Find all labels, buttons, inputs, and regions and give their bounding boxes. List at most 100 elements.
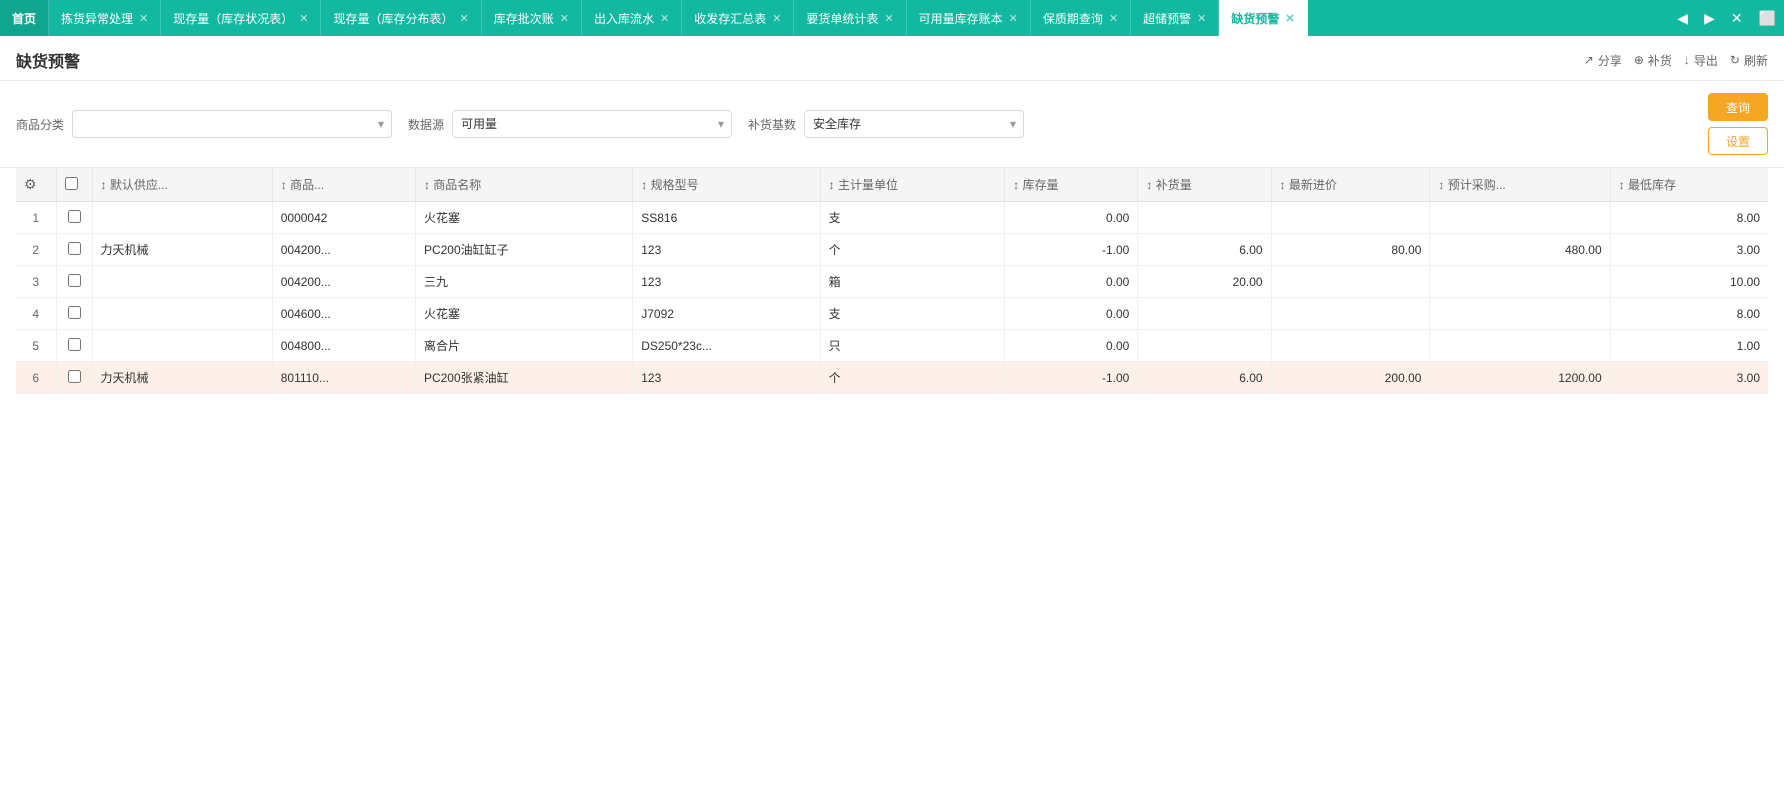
row-product-name: 火花塞 xyxy=(415,202,632,234)
category-select-wrapper xyxy=(72,110,392,138)
row-checkbox[interactable] xyxy=(56,234,92,266)
row-unit: 支 xyxy=(820,298,1005,330)
row-replenish-qty xyxy=(1138,330,1271,362)
page-header: 缺货预警 ↗ 分享 ⊕ 补货 ↓ 导出 ↻ 刷新 xyxy=(0,36,1784,81)
close-icon[interactable]: ✕ xyxy=(139,12,148,25)
row-estimated-purchase: 480.00 xyxy=(1430,234,1610,266)
column-spec[interactable]: ↕ 规格型号 xyxy=(633,168,820,202)
close-icon[interactable]: ✕ xyxy=(772,12,781,25)
tab-next-button[interactable]: ▶ xyxy=(1696,0,1723,36)
category-select[interactable] xyxy=(72,110,392,138)
row-stock-qty: 0.00 xyxy=(1005,266,1138,298)
tab-order-stats[interactable]: 要货单统计表 ✕ xyxy=(794,0,906,36)
row-latest-price: 80.00 xyxy=(1271,234,1430,266)
tab-home[interactable]: 首页 xyxy=(0,0,49,36)
tab-inventory-status[interactable]: 现存量（库存状况表） ✕ xyxy=(161,0,321,36)
row-product-code: 0000042 xyxy=(272,202,415,234)
row-checkbox[interactable] xyxy=(56,298,92,330)
tab-overstock-warning[interactable]: 超储预警 ✕ xyxy=(1131,0,1219,36)
gear-icon[interactable]: ⚙ xyxy=(24,176,37,192)
row-estimated-purchase xyxy=(1430,330,1610,362)
close-icon[interactable]: ✕ xyxy=(1197,12,1206,25)
tab-collect-summary[interactable]: 收发存汇总表 ✕ xyxy=(682,0,794,36)
refresh-icon: ↻ xyxy=(1730,53,1740,67)
tab-inventory-dist[interactable]: 现存量（库存分布表） ✕ xyxy=(321,0,481,36)
row-product-code: 004200... xyxy=(272,266,415,298)
row-product-name: 三九 xyxy=(415,266,632,298)
datasource-select[interactable]: 可用量 xyxy=(452,110,732,138)
tab-close-button[interactable]: ✕ xyxy=(1723,0,1751,36)
close-icon[interactable]: ✕ xyxy=(560,12,569,25)
row-number: 3 xyxy=(16,266,56,298)
close-icon[interactable]: ✕ xyxy=(1285,12,1294,25)
row-estimated-purchase xyxy=(1430,266,1610,298)
row-unit: 箱 xyxy=(820,266,1005,298)
row-unit: 个 xyxy=(820,362,1005,394)
tab-fullscreen-button[interactable]: ⬜ xyxy=(1751,0,1784,36)
category-filter-label: 商品分类 xyxy=(16,116,64,133)
row-unit: 个 xyxy=(820,234,1005,266)
row-product-name: 火花塞 xyxy=(415,298,632,330)
close-icon[interactable]: ✕ xyxy=(660,12,669,25)
column-checkbox xyxy=(56,168,92,202)
close-icon[interactable]: ✕ xyxy=(884,12,893,25)
row-product-code: 004600... xyxy=(272,298,415,330)
share-icon: ↗ xyxy=(1584,53,1594,67)
column-latest-price[interactable]: ↕ 最新进价 xyxy=(1271,168,1430,202)
row-checkbox[interactable] xyxy=(56,202,92,234)
row-stock-qty: -1.00 xyxy=(1005,234,1138,266)
refresh-button[interactable]: ↻ 刷新 xyxy=(1730,52,1768,69)
row-checkbox[interactable] xyxy=(56,330,92,362)
row-min-stock: 8.00 xyxy=(1610,298,1768,330)
row-latest-price xyxy=(1271,298,1430,330)
tab-batch-account[interactable]: 库存批次账 ✕ xyxy=(482,0,582,36)
row-min-stock: 3.00 xyxy=(1610,234,1768,266)
export-button[interactable]: ↓ 导出 xyxy=(1684,52,1718,69)
row-replenish-qty xyxy=(1138,298,1271,330)
column-gear[interactable]: ⚙ xyxy=(16,168,56,202)
select-all-checkbox[interactable] xyxy=(65,177,78,190)
replenish-button[interactable]: ⊕ 补货 xyxy=(1634,52,1672,69)
row-product-code: 004800... xyxy=(272,330,415,362)
query-button[interactable]: 查询 xyxy=(1708,93,1768,121)
column-min-stock[interactable]: ↕ 最低库存 xyxy=(1610,168,1768,202)
row-default-supplier xyxy=(92,266,272,298)
close-icon[interactable]: ✕ xyxy=(1009,12,1018,25)
export-icon: ↓ xyxy=(1684,53,1690,67)
row-spec: SS816 xyxy=(633,202,820,234)
close-icon[interactable]: ✕ xyxy=(1109,12,1118,25)
column-estimated-purchase[interactable]: ↕ 预计采购... xyxy=(1430,168,1610,202)
main-content: 缺货预警 ↗ 分享 ⊕ 补货 ↓ 导出 ↻ 刷新 商品分类 xyxy=(0,36,1784,796)
column-product-name[interactable]: ↕ 商品名称 xyxy=(415,168,632,202)
column-unit[interactable]: ↕ 主计量单位 xyxy=(820,168,1005,202)
close-icon[interactable]: ✕ xyxy=(299,12,308,25)
row-spec: 123 xyxy=(633,266,820,298)
table-row: 6 力天机械 801110... PC200张紧油缸 123 个 -1.00 6… xyxy=(16,362,1768,394)
row-default-supplier xyxy=(92,298,272,330)
share-button[interactable]: ↗ 分享 xyxy=(1584,52,1622,69)
settings-button[interactable]: 设置 xyxy=(1708,127,1768,155)
tab-available-ledger[interactable]: 可用量库存账本 ✕ xyxy=(907,0,1031,36)
row-min-stock: 1.00 xyxy=(1610,330,1768,362)
tab-flow[interactable]: 出入库流水 ✕ xyxy=(582,0,682,36)
close-icon[interactable]: ✕ xyxy=(460,12,469,25)
row-spec: 123 xyxy=(633,362,820,394)
column-stock-qty[interactable]: ↕ 库存量 xyxy=(1005,168,1138,202)
tab-prev-button[interactable]: ◀ xyxy=(1669,0,1696,36)
row-checkbox[interactable] xyxy=(56,362,92,394)
tab-defect-handling[interactable]: 拣货异常处理 ✕ xyxy=(49,0,161,36)
row-latest-price: 200.00 xyxy=(1271,362,1430,394)
replenish-basis-select[interactable]: 安全库存 xyxy=(804,110,1024,138)
column-replenish-qty[interactable]: ↕ 补货量 xyxy=(1138,168,1271,202)
row-spec: 123 xyxy=(633,234,820,266)
column-product-code[interactable]: ↕ 商品... xyxy=(272,168,415,202)
tab-shortage-warning[interactable]: 缺货预警 ✕ xyxy=(1219,0,1307,36)
page-title: 缺货预警 xyxy=(16,48,80,72)
row-stock-qty: 0.00 xyxy=(1005,298,1138,330)
row-checkbox[interactable] xyxy=(56,266,92,298)
row-number: 1 xyxy=(16,202,56,234)
tab-expiry-query[interactable]: 保质期查询 ✕ xyxy=(1031,0,1131,36)
column-default-supplier[interactable]: ↕ 默认供应... xyxy=(92,168,272,202)
row-latest-price xyxy=(1271,330,1430,362)
table-row: 2 力天机械 004200... PC200油缸缸子 123 个 -1.00 6… xyxy=(16,234,1768,266)
